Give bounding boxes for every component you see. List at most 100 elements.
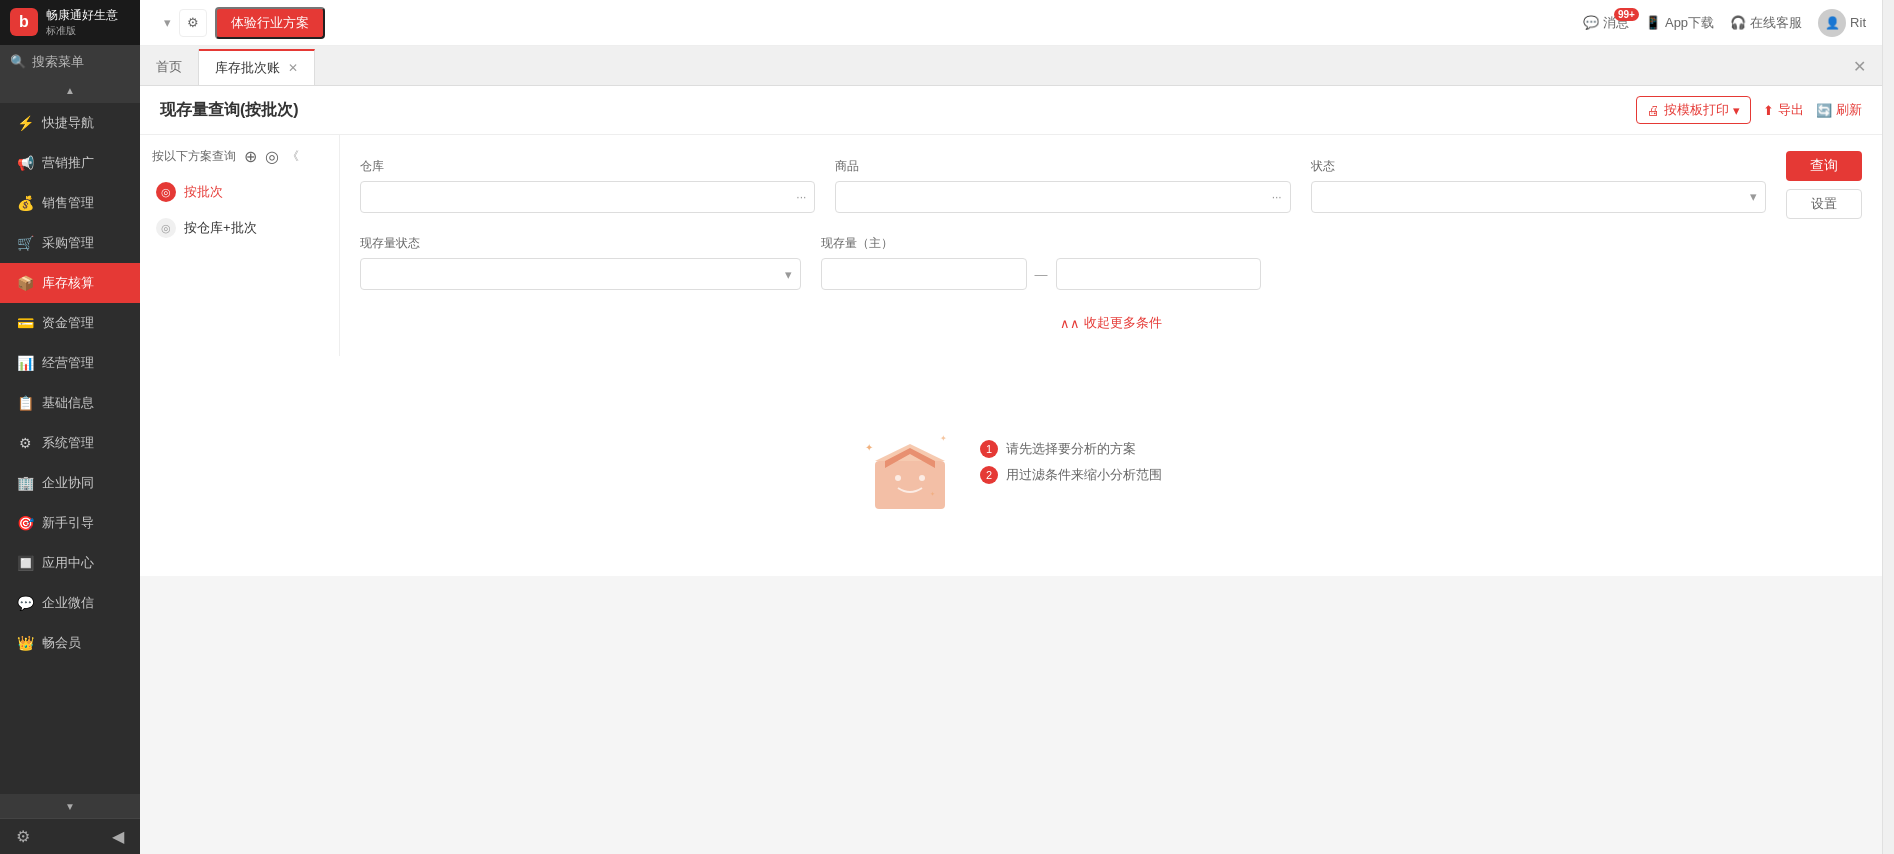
trial-button[interactable]: 体验行业方案 bbox=[215, 7, 325, 39]
warehouse-input[interactable]: ··· bbox=[360, 181, 815, 213]
messages-button[interactable]: 💬 消息 99+ bbox=[1583, 14, 1629, 32]
refresh-label: 刷新 bbox=[1836, 101, 1862, 119]
status-dropdown-icon[interactable]: ▾ bbox=[1750, 189, 1757, 204]
empty-state: ✦ ✦ ✦ 1 请先选择要分析的方案 2 用过滤条件来缩小分析范围 bbox=[140, 356, 1882, 576]
sidebar-item-finance[interactable]: 💳 资金管理 bbox=[0, 303, 140, 343]
filter-actions: 查询 设置 bbox=[1786, 151, 1862, 219]
sidebar-scroll-up[interactable]: ▲ bbox=[0, 79, 140, 103]
filter-schema-header: 按以下方案查询 ⊕ ◎ 《 bbox=[140, 147, 339, 174]
page-header: 现存量查询(按批次) 🖨 按模板打印 ▾ ⬆ 导出 🔄 刷新 bbox=[140, 86, 1882, 135]
refresh-icon: 🔄 bbox=[1816, 103, 1832, 118]
tab-inventory-batch-label: 库存批次账 bbox=[215, 59, 280, 77]
sidebar-item-system[interactable]: ⚙ 系统管理 bbox=[0, 423, 140, 463]
user-menu[interactable]: 👤 Rit bbox=[1818, 9, 1866, 37]
sidebar-item-basic-info[interactable]: 📋 基础信息 bbox=[0, 383, 140, 423]
product-field: 商品 ··· bbox=[835, 158, 1290, 213]
schema-settings-icon[interactable]: ◎ bbox=[265, 147, 279, 166]
sidebar-scroll-down[interactable]: ▼ bbox=[0, 794, 140, 818]
main-area: ▾ ⚙ 体验行业方案 💬 消息 99+ 📱 App下载 🎧 在线客服 👤 bbox=[140, 0, 1882, 854]
warehouse-field: 仓库 ··· bbox=[360, 158, 815, 213]
marketing-icon: 📢 bbox=[16, 154, 34, 172]
topbar-right: 💬 消息 99+ 📱 App下载 🎧 在线客服 👤 Rit bbox=[1583, 9, 1866, 37]
sidebar-item-purchase[interactable]: 🛒 采购管理 bbox=[0, 223, 140, 263]
wechat-icon: 💬 bbox=[16, 594, 34, 612]
sidebar-item-inventory[interactable]: 📦 库存核算 bbox=[0, 263, 140, 303]
marketing-label: 营销推广 bbox=[42, 154, 94, 172]
stock-qty-field: 现存量（主） — bbox=[821, 235, 1262, 290]
system-label: 系统管理 bbox=[42, 434, 94, 452]
svg-point-4 bbox=[919, 475, 925, 481]
topbar-dropdown[interactable]: ▾ bbox=[164, 15, 171, 30]
stock-qty-from[interactable] bbox=[821, 258, 1027, 290]
topbar-left: ▾ ⚙ 体验行业方案 bbox=[156, 7, 1571, 39]
enterprise-icon: 🏢 bbox=[16, 474, 34, 492]
empty-svg: ✦ ✦ ✦ bbox=[860, 416, 960, 516]
empty-step-1: 1 请先选择要分析的方案 bbox=[980, 440, 1162, 458]
purchase-icon: 🛒 bbox=[16, 234, 34, 252]
status-select[interactable]: ▾ bbox=[1311, 181, 1766, 213]
stock-qty-label: 现存量（主） bbox=[821, 235, 1262, 252]
schema-by-batch[interactable]: ◎ 按批次 bbox=[140, 174, 339, 210]
basic-info-label: 基础信息 bbox=[42, 394, 94, 412]
empty-step-2: 2 用过滤条件来缩小分析范围 bbox=[980, 466, 1162, 484]
tab-close-icon[interactable]: ✕ bbox=[288, 61, 298, 75]
sidebar-item-app-center[interactable]: 🔲 应用中心 bbox=[0, 543, 140, 583]
tab-panel-close-icon[interactable]: ✕ bbox=[1853, 56, 1866, 75]
online-service-label: 在线客服 bbox=[1750, 14, 1802, 32]
online-service-button[interactable]: 🎧 在线客服 bbox=[1730, 14, 1802, 32]
print-dropdown-icon[interactable]: ▾ bbox=[1733, 103, 1740, 118]
topbar-gear-button[interactable]: ⚙ bbox=[179, 9, 207, 37]
sidebar-item-quick-nav[interactable]: ⚡ 快捷导航 bbox=[0, 103, 140, 143]
collapse-schema-icon[interactable]: 《 bbox=[287, 148, 299, 165]
refresh-button[interactable]: 🔄 刷新 bbox=[1816, 101, 1862, 119]
sidebar-item-marketing[interactable]: 📢 营销推广 bbox=[0, 143, 140, 183]
enterprise-label: 企业协同 bbox=[42, 474, 94, 492]
member-label: 畅会员 bbox=[42, 634, 81, 652]
app-download-button[interactable]: 📱 App下载 bbox=[1645, 14, 1714, 32]
app-version: 标准版 bbox=[46, 24, 118, 37]
quick-nav-icon: ⚡ bbox=[16, 114, 34, 132]
svg-text:✦: ✦ bbox=[930, 491, 935, 497]
sidebar-item-newbie[interactable]: 🎯 新手引导 bbox=[0, 503, 140, 543]
settings-button[interactable]: 设置 bbox=[1786, 189, 1862, 219]
right-panel bbox=[1882, 0, 1894, 854]
sidebar-item-wechat[interactable]: 💬 企业微信 bbox=[0, 583, 140, 623]
stock-status-dropdown-icon[interactable]: ▾ bbox=[785, 267, 792, 282]
tab-home-label: 首页 bbox=[156, 58, 182, 76]
sidebar-nav: ⚡ 快捷导航 📢 营销推广 💰 销售管理 🛒 采购管理 📦 库存核算 💳 资金管… bbox=[0, 103, 140, 794]
settings-bottom-icon[interactable]: ⚙ bbox=[16, 827, 30, 846]
stock-status-select[interactable]: ▾ bbox=[360, 258, 801, 290]
query-button[interactable]: 查询 bbox=[1786, 151, 1862, 181]
sidebar-item-operations[interactable]: 📊 经营管理 bbox=[0, 343, 140, 383]
product-label: 商品 bbox=[835, 158, 1290, 175]
filter-sidebar: 按以下方案查询 ⊕ ◎ 《 ◎ 按批次 ◎ 按仓库+批次 bbox=[140, 135, 340, 356]
sidebar-item-member[interactable]: 👑 畅会员 bbox=[0, 623, 140, 663]
page-title: 现存量查询(按批次) bbox=[160, 100, 299, 121]
schema-by-warehouse-batch[interactable]: ◎ 按仓库+批次 bbox=[140, 210, 339, 246]
collapse-sidebar-icon[interactable]: ◀ bbox=[112, 827, 124, 846]
stock-qty-to[interactable] bbox=[1056, 258, 1262, 290]
step-1-num: 1 bbox=[980, 440, 998, 458]
tab-home[interactable]: 首页 bbox=[140, 49, 199, 85]
sales-icon: 💰 bbox=[16, 194, 34, 212]
print-button[interactable]: 🖨 按模板打印 ▾ bbox=[1636, 96, 1751, 124]
empty-text-block: 1 请先选择要分析的方案 2 用过滤条件来缩小分析范围 bbox=[980, 440, 1162, 492]
add-schema-icon[interactable]: ⊕ bbox=[244, 147, 257, 166]
search-menu[interactable]: 🔍 搜索菜单 bbox=[0, 45, 140, 79]
avatar: 👤 bbox=[1818, 9, 1846, 37]
app-logo: b bbox=[10, 8, 38, 36]
finance-icon: 💳 bbox=[16, 314, 34, 332]
tab-inventory-batch[interactable]: 库存批次账 ✕ bbox=[199, 49, 315, 85]
product-more-icon[interactable]: ··· bbox=[1272, 190, 1282, 204]
export-button[interactable]: ⬆ 导出 bbox=[1763, 101, 1804, 119]
sidebar-item-sales[interactable]: 💰 销售管理 bbox=[0, 183, 140, 223]
tabbar: 首页 库存批次账 ✕ ✕ bbox=[140, 46, 1882, 86]
content-area: 现存量查询(按批次) 🖨 按模板打印 ▾ ⬆ 导出 🔄 刷新 bbox=[140, 86, 1882, 854]
newbie-label: 新手引导 bbox=[42, 514, 94, 532]
product-input[interactable]: ··· bbox=[835, 181, 1290, 213]
search-icon: 🔍 bbox=[10, 54, 26, 69]
warehouse-more-icon[interactable]: ··· bbox=[796, 190, 806, 204]
sidebar-item-enterprise[interactable]: 🏢 企业协同 bbox=[0, 463, 140, 503]
collapse-more-btn[interactable]: ∧∧ 收起更多条件 bbox=[360, 306, 1862, 340]
app-center-label: 应用中心 bbox=[42, 554, 94, 572]
